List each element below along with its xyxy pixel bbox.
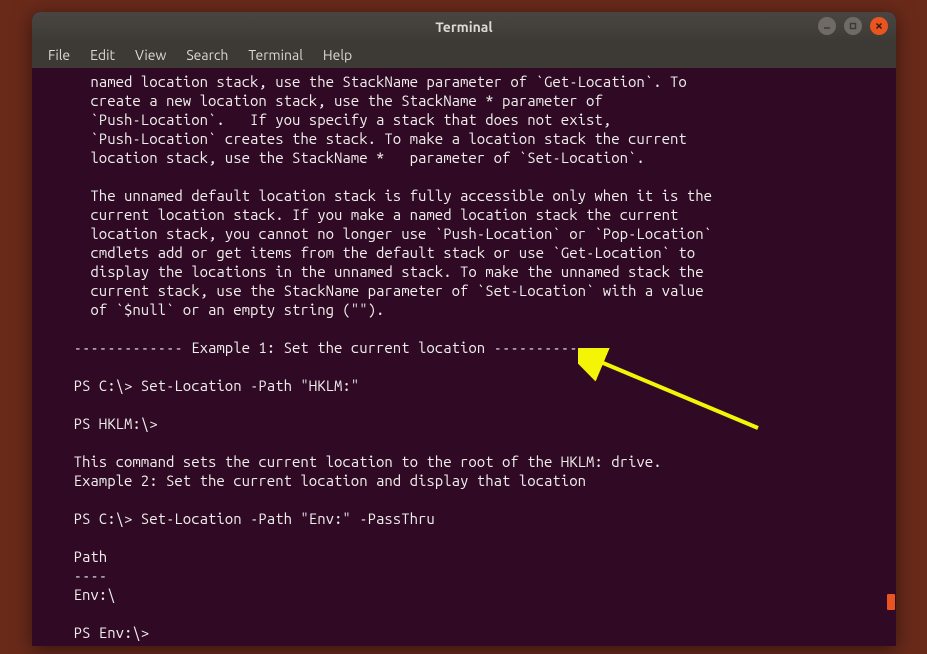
minimize-icon: [823, 22, 831, 30]
menu-edit[interactable]: Edit: [82, 45, 123, 65]
terminal-window: Terminal File Edit View Search Terminal …: [32, 12, 896, 646]
terminal-content[interactable]: named location stack, use the StackName …: [32, 68, 896, 646]
menu-search[interactable]: Search: [178, 45, 236, 65]
scrollbar-thumb[interactable]: [887, 594, 895, 610]
close-button[interactable]: [870, 17, 888, 35]
maximize-button[interactable]: [844, 17, 862, 35]
minimize-button[interactable]: [818, 17, 836, 35]
scrollbar-track[interactable]: [884, 68, 896, 646]
menu-view[interactable]: View: [127, 45, 174, 65]
maximize-icon: [849, 22, 857, 30]
close-icon: [875, 22, 883, 30]
menubar: File Edit View Search Terminal Help: [32, 42, 896, 68]
window-controls: [818, 17, 888, 35]
menu-file[interactable]: File: [40, 45, 78, 65]
menu-help[interactable]: Help: [315, 45, 360, 65]
menu-terminal[interactable]: Terminal: [240, 45, 311, 65]
window-title: Terminal: [32, 19, 896, 35]
titlebar[interactable]: Terminal: [32, 12, 896, 42]
